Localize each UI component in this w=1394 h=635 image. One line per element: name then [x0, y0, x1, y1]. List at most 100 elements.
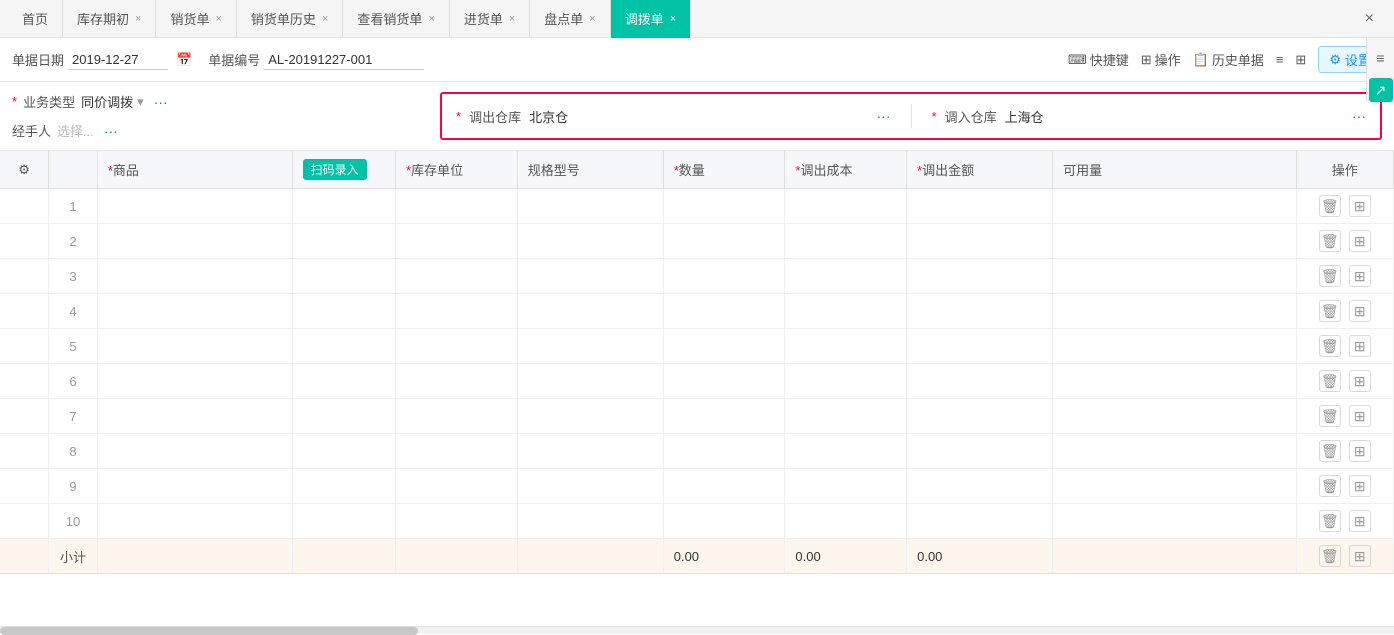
tab-sales-history[interactable]: 销货单历史 ×: [237, 0, 343, 38]
shortcuts-button[interactable]: ⌨ 快捷键: [1068, 50, 1129, 69]
row-cost-2[interactable]: [785, 224, 907, 259]
row-qty-9[interactable]: [663, 469, 785, 504]
row-product-7[interactable]: [97, 399, 292, 434]
row-copy-icon-8[interactable]: ⊞: [1349, 440, 1371, 462]
target-warehouse-value[interactable]: 上海仓: [1005, 107, 1340, 126]
calendar-icon[interactable]: 📅: [176, 52, 192, 68]
row-amount-2[interactable]: [907, 224, 1053, 259]
row-amount-1[interactable]: [907, 189, 1053, 224]
row-spec-7[interactable]: [517, 399, 663, 434]
row-amount-10[interactable]: [907, 504, 1053, 539]
row-copy-icon-10[interactable]: ⊞: [1349, 510, 1371, 532]
row-spec-9[interactable]: [517, 469, 663, 504]
row-copy-icon-6[interactable]: ⊞: [1349, 370, 1371, 392]
row-amount-6[interactable]: [907, 364, 1053, 399]
layout-button[interactable]: ≡: [1276, 52, 1284, 67]
tab-inventory-check[interactable]: 盘点单 ×: [530, 0, 610, 38]
row-delete-icon-1[interactable]: 🗑: [1319, 195, 1341, 217]
tab-sales-order-close[interactable]: ×: [215, 13, 221, 25]
copy-icon[interactable]: ⊞: [1349, 545, 1371, 567]
row-unit-7[interactable]: [396, 399, 518, 434]
grid-button[interactable]: ⊞: [1295, 52, 1306, 68]
row-spec-3[interactable]: [517, 259, 663, 294]
row-unit-5[interactable]: [396, 329, 518, 364]
row-copy-icon-1[interactable]: ⊞: [1349, 195, 1371, 217]
sidebar-export-icon[interactable]: ↗: [1369, 78, 1393, 102]
row-product-10[interactable]: [97, 504, 292, 539]
row-qty-3[interactable]: [663, 259, 785, 294]
row-qty-10[interactable]: [663, 504, 785, 539]
row-cost-7[interactable]: [785, 399, 907, 434]
row-cost-8[interactable]: [785, 434, 907, 469]
row-copy-icon-3[interactable]: ⊞: [1349, 265, 1371, 287]
tab-view-sales[interactable]: 查看销货单 ×: [343, 0, 449, 38]
row-unit-9[interactable]: [396, 469, 518, 504]
row-cost-4[interactable]: [785, 294, 907, 329]
row-delete-icon-9[interactable]: 🗑: [1319, 475, 1341, 497]
row-cost-3[interactable]: [785, 259, 907, 294]
tab-view-sales-close[interactable]: ×: [428, 13, 434, 25]
row-cost-10[interactable]: [785, 504, 907, 539]
tab-inventory-init-close[interactable]: ×: [135, 13, 141, 25]
gear-icon[interactable]: ⚙: [18, 162, 30, 177]
row-spec-5[interactable]: [517, 329, 663, 364]
row-copy-icon-5[interactable]: ⊞: [1349, 335, 1371, 357]
row-amount-4[interactable]: [907, 294, 1053, 329]
row-spec-1[interactable]: [517, 189, 663, 224]
handler-placeholder[interactable]: 选择...: [57, 121, 94, 140]
row-delete-icon-5[interactable]: 🗑: [1319, 335, 1341, 357]
row-product-8[interactable]: [97, 434, 292, 469]
row-spec-6[interactable]: [517, 364, 663, 399]
business-type-select[interactable]: 同价调拨 ▾: [81, 92, 144, 111]
row-cost-1[interactable]: [785, 189, 907, 224]
row-product-4[interactable]: [97, 294, 292, 329]
row-product-1[interactable]: [97, 189, 292, 224]
row-delete-icon-2[interactable]: 🗑: [1319, 230, 1341, 252]
row-product-9[interactable]: [97, 469, 292, 504]
row-unit-6[interactable]: [396, 364, 518, 399]
date-input[interactable]: [68, 50, 168, 70]
row-amount-7[interactable]: [907, 399, 1053, 434]
delete-icon[interactable]: 🗑: [1319, 545, 1341, 567]
col-header-gear[interactable]: ⚙: [0, 151, 49, 189]
row-spec-4[interactable]: [517, 294, 663, 329]
row-spec-8[interactable]: [517, 434, 663, 469]
tab-sales-order[interactable]: 销货单 ×: [156, 0, 236, 38]
row-amount-3[interactable]: [907, 259, 1053, 294]
row-unit-1[interactable]: [396, 189, 518, 224]
row-qty-7[interactable]: [663, 399, 785, 434]
business-type-more[interactable]: ···: [154, 94, 168, 110]
horizontal-scrollbar[interactable]: [0, 626, 1394, 634]
row-product-6[interactable]: [97, 364, 292, 399]
history-button[interactable]: 📋 历史单据: [1193, 50, 1264, 69]
row-spec-2[interactable]: [517, 224, 663, 259]
row-unit-3[interactable]: [396, 259, 518, 294]
operations-button[interactable]: ⊞ 操作: [1141, 50, 1181, 69]
row-qty-6[interactable]: [663, 364, 785, 399]
row-delete-icon-4[interactable]: 🗑: [1319, 300, 1341, 322]
row-delete-icon-7[interactable]: 🗑: [1319, 405, 1341, 427]
tab-inventory-init[interactable]: 库存期初 ×: [63, 0, 156, 38]
row-amount-5[interactable]: [907, 329, 1053, 364]
sidebar-list-icon[interactable]: ≡: [1369, 46, 1393, 70]
row-cost-9[interactable]: [785, 469, 907, 504]
tab-purchase[interactable]: 进货单 ×: [450, 0, 530, 38]
tab-home[interactable]: 首页: [8, 0, 63, 38]
row-qty-2[interactable]: [663, 224, 785, 259]
row-qty-4[interactable]: [663, 294, 785, 329]
handler-more[interactable]: ···: [104, 123, 118, 139]
global-close-button[interactable]: ×: [1353, 10, 1386, 28]
row-product-5[interactable]: [97, 329, 292, 364]
row-product-3[interactable]: [97, 259, 292, 294]
row-copy-icon-2[interactable]: ⊞: [1349, 230, 1371, 252]
row-copy-icon-7[interactable]: ⊞: [1349, 405, 1371, 427]
row-delete-icon-6[interactable]: 🗑: [1319, 370, 1341, 392]
row-qty-1[interactable]: [663, 189, 785, 224]
row-cost-5[interactable]: [785, 329, 907, 364]
row-amount-8[interactable]: [907, 434, 1053, 469]
source-warehouse-value[interactable]: 北京仓: [529, 107, 864, 126]
row-unit-2[interactable]: [396, 224, 518, 259]
tab-transfer[interactable]: 调拨单 ×: [611, 0, 691, 38]
row-delete-icon-8[interactable]: 🗑: [1319, 440, 1341, 462]
row-unit-8[interactable]: [396, 434, 518, 469]
